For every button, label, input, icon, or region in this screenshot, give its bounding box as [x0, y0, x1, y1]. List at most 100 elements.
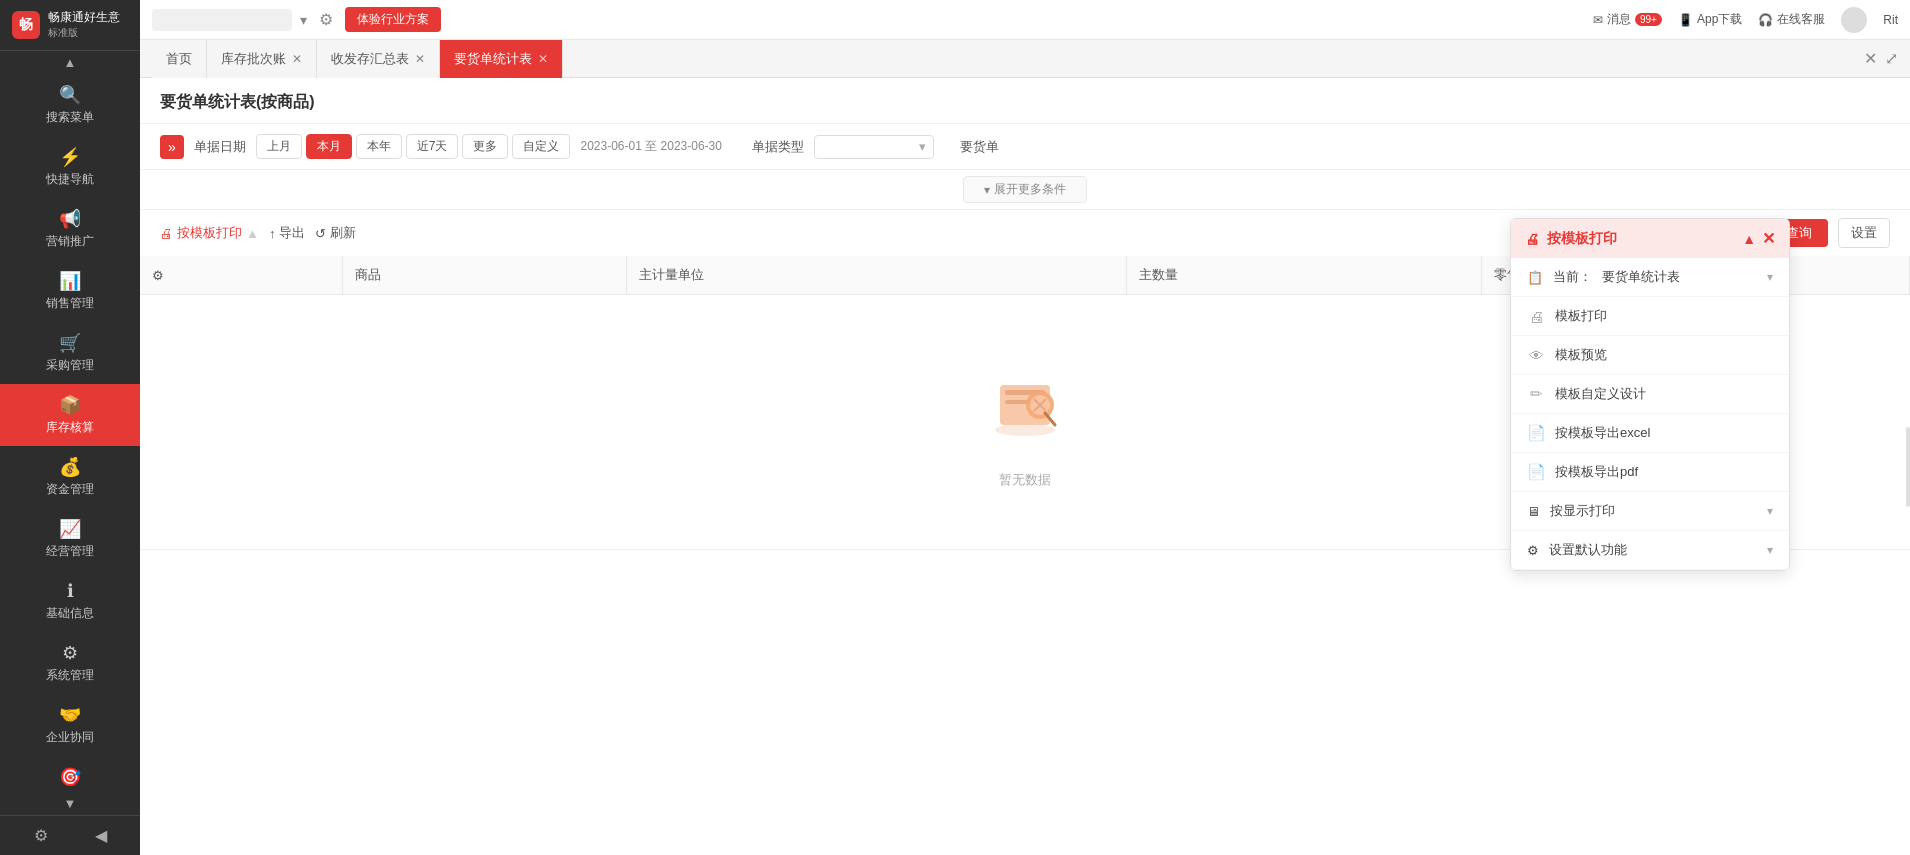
- tab-home[interactable]: 首页: [152, 40, 207, 78]
- sidebar-label-quick-nav: 快捷导航: [46, 171, 94, 188]
- date-btn-7days[interactable]: 近7天: [406, 134, 459, 159]
- refresh-btn[interactable]: ↺ 刷新: [315, 224, 356, 242]
- tabs-close-all-btn[interactable]: ✕: [1864, 49, 1877, 68]
- sidebar-icon-guide: 🎯: [59, 766, 81, 788]
- print-item-icon-template-custom: ✏: [1527, 385, 1545, 403]
- tab-receipt-summary[interactable]: 收发存汇总表✕: [317, 40, 440, 78]
- col-header-0: ⚙: [140, 256, 343, 295]
- print-dropdown-close-btn[interactable]: ✕: [1762, 229, 1775, 248]
- topbar-right: ✉ 消息 99+ 📱 App下载 🎧 在线客服 Rit: [1593, 7, 1898, 33]
- sidebar-icon-sales: 📊: [59, 270, 81, 292]
- print-sub-display-print[interactable]: 🖥按显示打印▾: [1511, 492, 1789, 531]
- sidebar-label-enterprise: 企业协同: [46, 729, 94, 746]
- messages-btn[interactable]: ✉ 消息 99+: [1593, 11, 1662, 28]
- type-select-wrap: [814, 135, 934, 159]
- print-item-template-custom[interactable]: ✏模板自定义设计: [1511, 375, 1789, 414]
- trial-btn[interactable]: 体验行业方案: [345, 7, 441, 32]
- sidebar-icon-finance: 💰: [59, 456, 81, 478]
- filter-bar: » 单据日期 上月本月本年近7天更多自定义 2023-06-01 至 2023-…: [140, 124, 1910, 170]
- export-icon: ↑: [269, 226, 276, 241]
- refresh-label: 刷新: [330, 224, 356, 242]
- app-download-btn[interactable]: 📱 App下载: [1678, 11, 1742, 28]
- sidebar-item-system[interactable]: ⚙系统管理: [0, 632, 140, 694]
- current-template-row[interactable]: 📋 当前： 要货单统计表 ▾: [1511, 258, 1789, 297]
- date-btn-custom[interactable]: 自定义: [512, 134, 570, 159]
- print-item-label-template-export-pdf: 按模板导出pdf: [1555, 463, 1638, 481]
- tab-close-inventory-batch[interactable]: ✕: [292, 52, 302, 66]
- col-header-1: 商品: [343, 256, 626, 295]
- export-btn[interactable]: ↑ 导出: [269, 224, 306, 242]
- sidebar-item-guide[interactable]: 🎯新手引导: [0, 756, 140, 792]
- sidebar-label-sales: 销售管理: [46, 295, 94, 312]
- sidebar-item-sales[interactable]: 📊 销售管理: [0, 260, 140, 322]
- settings-btn[interactable]: 设置: [1838, 218, 1890, 248]
- print-item-template-print[interactable]: 🖨模板打印: [1511, 297, 1789, 336]
- svg-point-0: [995, 424, 1055, 436]
- print-item-template-export-excel[interactable]: 📄按模板导出excel: [1511, 414, 1789, 453]
- username: Rit: [1883, 13, 1898, 27]
- date-btn-more[interactable]: 更多: [462, 134, 508, 159]
- online-service-btn[interactable]: 🎧 在线客服: [1758, 11, 1825, 28]
- sidebar-item-quick-nav[interactable]: ⚡ 快捷导航: [0, 136, 140, 198]
- topbar: ▾ ⚙ 体验行业方案 ✉ 消息 99+ 📱 App下载 🎧 在线客服 Rit: [140, 0, 1910, 40]
- empty-text: 暂无数据: [999, 471, 1051, 489]
- search-input[interactable]: [152, 9, 292, 31]
- settings-gear-icon[interactable]: ⚙: [319, 10, 333, 29]
- sidebar-item-search[interactable]: 🔍搜索菜单: [0, 74, 140, 136]
- type-select[interactable]: [814, 135, 934, 159]
- messages-label: 消息: [1607, 11, 1631, 28]
- sidebar-label-basic-info: 基础信息: [46, 605, 94, 622]
- tab-order-stats[interactable]: 要货单统计表 ✕: [440, 40, 563, 78]
- print-item-label-template-print: 模板打印: [1555, 307, 1607, 325]
- sidebar-item-operation[interactable]: 📈经营管理: [0, 508, 140, 570]
- sidebar-scroll-down[interactable]: ▼: [0, 792, 140, 815]
- sidebar-item-basic-info[interactable]: ℹ基础信息: [0, 570, 140, 632]
- print-sub-set-default[interactable]: ⚙设置默认功能▾: [1511, 531, 1789, 570]
- print-dropdown-header: 🖨 按模板打印 ▲ ✕: [1511, 219, 1789, 258]
- search-dropdown-btn[interactable]: ▾: [300, 12, 307, 28]
- sidebar-icon-quick-nav: ⚡: [59, 146, 81, 168]
- sidebar-item-marketing[interactable]: 📢营销推广: [0, 198, 140, 260]
- service-icon: 🎧: [1758, 13, 1773, 27]
- col-settings-icon[interactable]: ⚙: [152, 268, 164, 283]
- sidebar-icon-system: ⚙: [62, 642, 78, 664]
- expand-more-btn[interactable]: ▾ 展开更多条件: [963, 176, 1087, 203]
- sidebar-footer: ⚙ ◀: [0, 815, 140, 855]
- print-sub-icon-display-print: 🖥: [1527, 504, 1540, 519]
- sidebar-item-enterprise[interactable]: 🤝企业协同: [0, 694, 140, 756]
- collapse-icon[interactable]: ◀: [95, 826, 107, 845]
- tab-inventory-batch[interactable]: 库存批次账✕: [207, 40, 317, 78]
- current-label: 当前：: [1553, 268, 1592, 286]
- order-type-label: 要货单: [960, 138, 999, 156]
- tabs-expand-btn[interactable]: ⤢: [1885, 49, 1898, 68]
- sidebar-icon-marketing: 📢: [59, 208, 81, 230]
- message-icon: ✉: [1593, 13, 1603, 27]
- tab-close-receipt-summary[interactable]: ✕: [415, 52, 425, 66]
- page-content: 要货单统计表(按商品) » 单据日期 上月本月本年近7天更多自定义 2023-0…: [140, 78, 1910, 855]
- sidebar-logo: 畅 畅康通好生意 标准版: [0, 0, 140, 51]
- print-item-icon-template-export-pdf: 📄: [1527, 463, 1545, 481]
- filter-expand-icon-btn[interactable]: »: [160, 135, 184, 159]
- sidebar-scroll-up[interactable]: ▲: [0, 51, 140, 74]
- settings-icon[interactable]: ⚙: [34, 826, 48, 845]
- print-btn[interactable]: 🖨 按模板打印 ▲: [160, 224, 259, 242]
- date-btn-current[interactable]: 本月: [306, 134, 352, 159]
- sidebar-item-inventory[interactable]: 📦库存核算: [0, 384, 140, 446]
- page-title: 要货单统计表(按商品): [160, 93, 315, 110]
- date-btn-prev[interactable]: 上月: [256, 134, 302, 159]
- print-item-template-preview[interactable]: 👁模板预览: [1511, 336, 1789, 375]
- sidebar-icon-search: 🔍: [59, 84, 81, 106]
- print-item-template-export-pdf[interactable]: 📄 按模板导出pdf: [1511, 453, 1789, 492]
- sidebar-icon-operation: 📈: [59, 518, 81, 540]
- sub-arrow-display-print: ▾: [1767, 504, 1773, 518]
- sidebar-item-purchase[interactable]: 🛒采购管理: [0, 322, 140, 384]
- export-label: 导出: [279, 224, 305, 242]
- tabs-bar: 首页库存批次账✕收发存汇总表✕ 要货单统计表 ✕ ✕ ⤢: [140, 40, 1910, 78]
- tab-label-order-stats: 要货单统计表: [454, 50, 532, 68]
- tab-close-order-stats[interactable]: ✕: [538, 52, 548, 66]
- tabs-right: ✕ ⤢: [1864, 49, 1910, 68]
- sidebar-item-finance[interactable]: 💰资金管理: [0, 446, 140, 508]
- avatar[interactable]: [1841, 7, 1867, 33]
- empty-state-icon: [975, 355, 1075, 455]
- date-btn-year[interactable]: 本年: [356, 134, 402, 159]
